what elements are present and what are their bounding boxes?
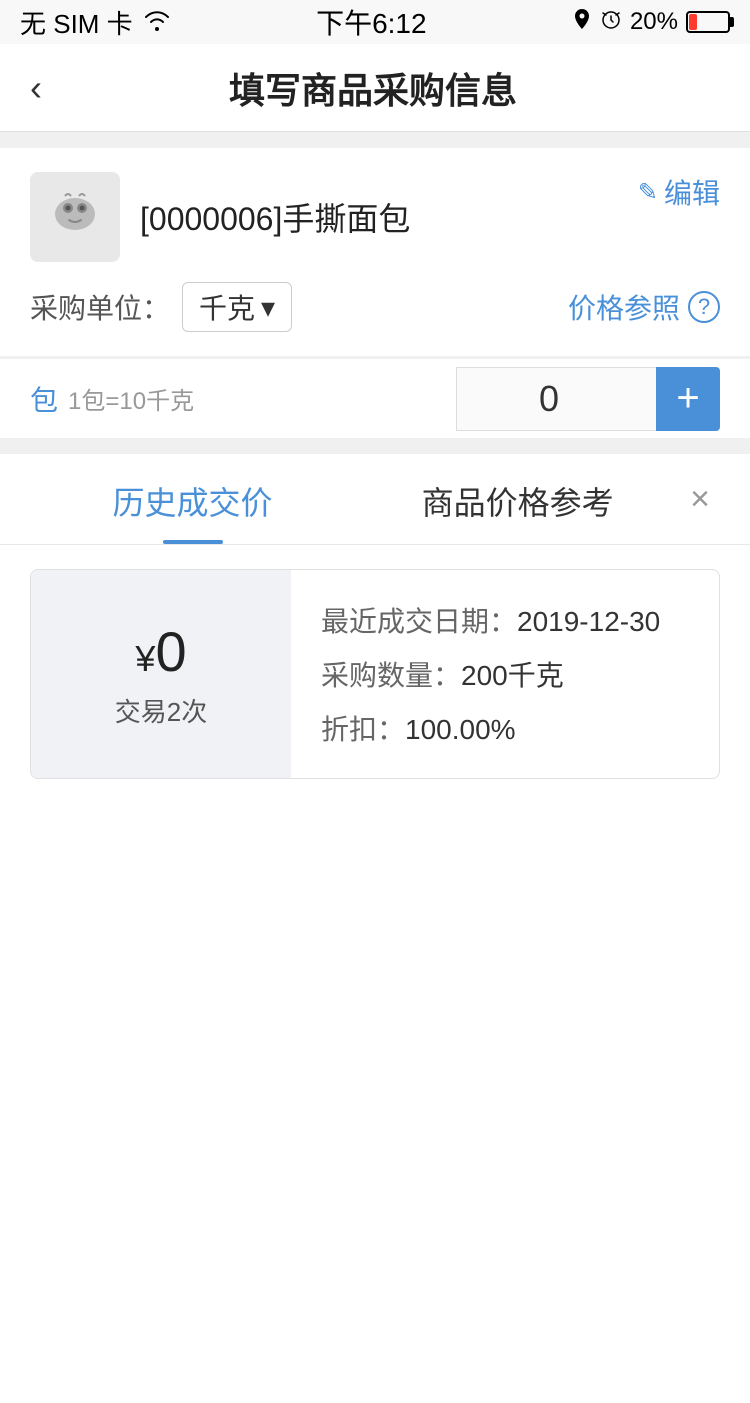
quantity-input[interactable] — [456, 367, 656, 431]
unit-left: 采购单位： 千克 ▾ — [30, 282, 292, 332]
time-display: 下午6:12 — [316, 2, 427, 42]
status-bar: 无 SIM 卡 下午6:12 20% — [0, 0, 750, 44]
quantity-section: 包 1包=10千克 + — [0, 358, 750, 438]
battery-icon — [686, 11, 730, 33]
history-card: ¥0 交易2次 最近成交日期：2019-12-30 采购数量：200千克 折扣：… — [30, 569, 720, 779]
discount-label: 折扣： — [321, 714, 405, 745]
package-sub: 1包=10千克 — [68, 381, 194, 416]
product-name: [0000006]手撕面包 — [140, 194, 410, 240]
package-label: 包 — [30, 379, 58, 419]
help-icon: ? — [688, 291, 720, 323]
purchase-qty-row: 采购数量：200千克 — [321, 654, 689, 694]
status-right: 20% — [572, 8, 730, 37]
history-transaction-count: 交易2次 — [115, 692, 207, 729]
recent-date-row: 最近成交日期：2019-12-30 — [321, 600, 689, 640]
purchase-qty-label: 采购数量： — [321, 660, 461, 691]
back-button[interactable]: ‹ — [30, 67, 42, 109]
unit-select[interactable]: 千克 ▾ — [182, 282, 292, 332]
chevron-down-icon: ▾ — [261, 291, 275, 324]
nav-bar: ‹ 填写商品采购信息 — [0, 44, 750, 132]
unit-label: 采购单位： — [30, 287, 170, 327]
product-unit-row: 采购单位： 千克 ▾ 价格参照 ? — [30, 282, 720, 332]
page-rest — [0, 803, 750, 1403]
battery-percent: 20% — [630, 8, 678, 36]
discount-value: 100.00% — [405, 714, 516, 745]
tab-bar: 历史成交价 商品价格参考 × — [0, 454, 750, 545]
quantity-label: 包 1包=10千克 — [30, 379, 194, 419]
currency-symbol: ¥ — [135, 638, 155, 679]
product-card: [0000006]手撕面包 ✎ 编辑 采购单位： 千克 ▾ 价格参照 ? — [0, 148, 750, 356]
history-details: 最近成交日期：2019-12-30 采购数量：200千克 折扣：100.00% — [291, 570, 719, 778]
alarm-icon — [600, 8, 622, 37]
edit-button[interactable]: ✎ 编辑 — [638, 172, 720, 212]
product-image-icon — [45, 182, 105, 252]
sim-text: 无 SIM 卡 — [20, 4, 133, 41]
product-left: [0000006]手撕面包 — [30, 172, 410, 262]
tab-price-reference[interactable]: 商品价格参考 — [355, 454, 680, 544]
wifi-icon — [143, 7, 171, 38]
page-title: 填写商品采购信息 — [62, 62, 684, 114]
quantity-plus-button[interactable]: + — [656, 367, 720, 431]
history-price-value: ¥0 — [135, 619, 186, 684]
status-left: 无 SIM 卡 — [20, 4, 171, 41]
product-thumbnail — [30, 172, 120, 262]
tab-section: 历史成交价 商品价格参考 × ¥0 交易2次 最近成交日期：2019-12-30… — [0, 454, 750, 803]
history-price-block: ¥0 交易2次 — [31, 570, 291, 778]
purchase-qty-value: 200千克 — [461, 660, 564, 691]
edit-icon: ✎ — [638, 178, 658, 207]
price-ref-button[interactable]: 价格参照 ? — [568, 287, 720, 327]
quantity-input-wrap: + — [456, 367, 720, 431]
history-content: ¥0 交易2次 最近成交日期：2019-12-30 采购数量：200千克 折扣：… — [0, 545, 750, 803]
tab-history-price[interactable]: 历史成交价 — [30, 454, 355, 544]
tab-close-button[interactable]: × — [680, 460, 720, 539]
location-icon — [572, 8, 592, 37]
product-header: [0000006]手撕面包 ✎ 编辑 — [30, 172, 720, 262]
discount-row: 折扣：100.00% — [321, 708, 689, 748]
recent-date-value: 2019-12-30 — [517, 606, 660, 637]
recent-date-label: 最近成交日期： — [321, 606, 517, 637]
